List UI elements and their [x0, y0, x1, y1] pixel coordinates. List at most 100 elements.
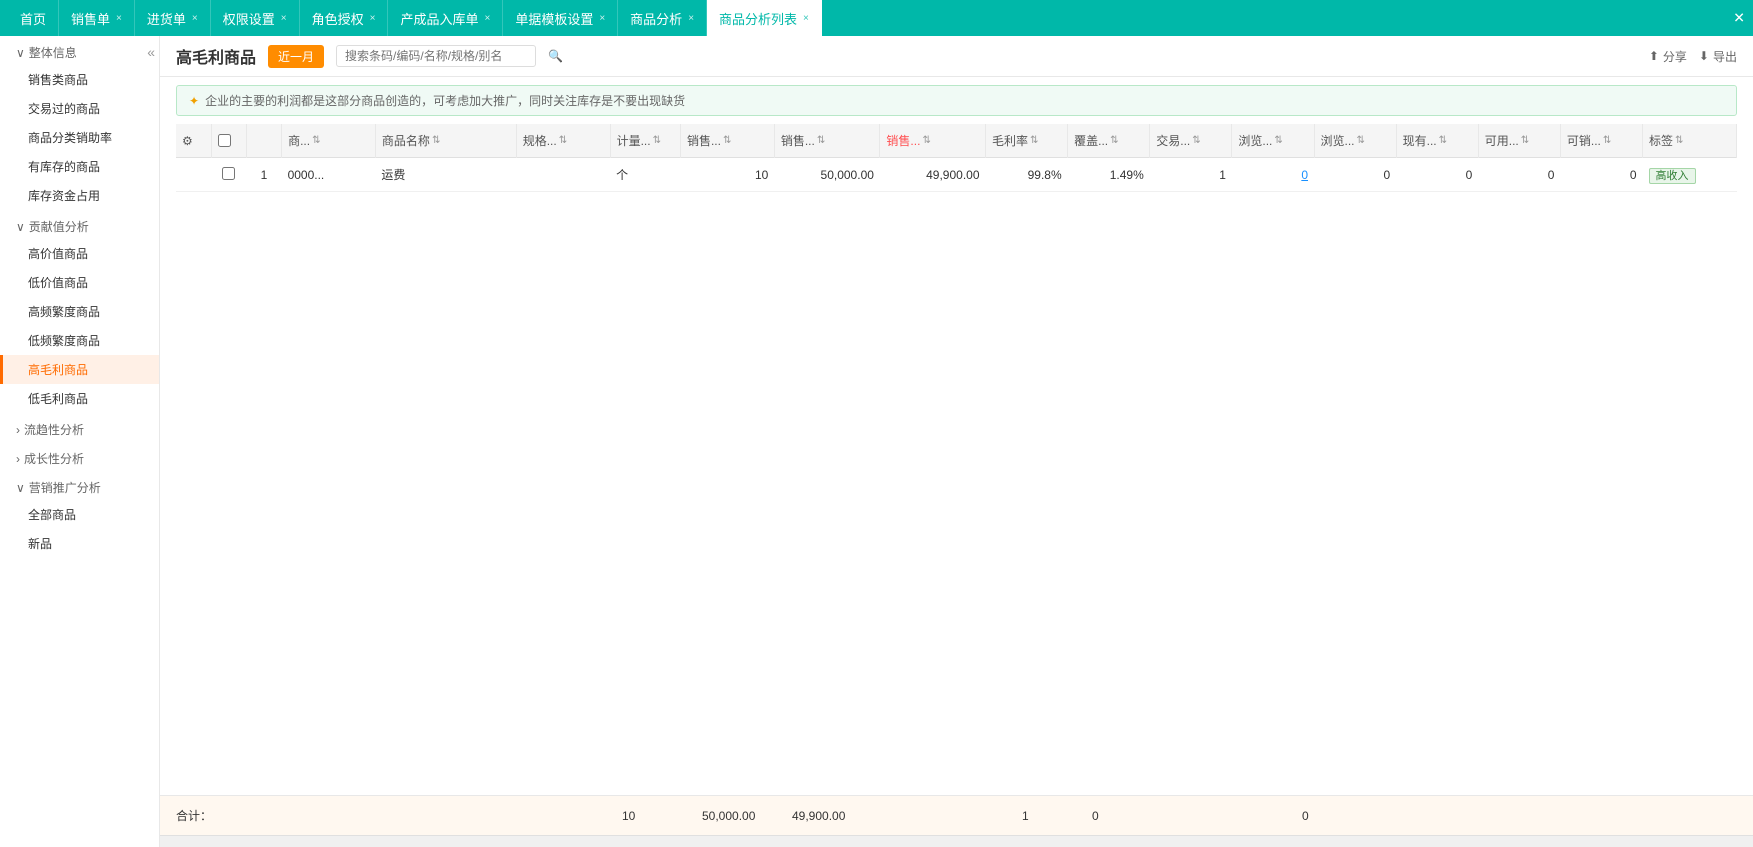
select-all-checkbox[interactable]: [218, 134, 231, 147]
sort-icon-margin: ⇅: [1030, 135, 1038, 146]
col-browse1[interactable]: 浏览...⇅: [1232, 124, 1314, 158]
sidebar-group-trend[interactable]: › 流趋性分析: [0, 413, 159, 442]
tab-close-templates[interactable]: ×: [599, 13, 605, 24]
col-saleable[interactable]: 可销...⇅: [1560, 124, 1642, 158]
col-available[interactable]: 可用...⇅: [1478, 124, 1560, 158]
sidebar-item-stock-capital[interactable]: 库存资金占用: [0, 181, 159, 210]
row-code: 0000...: [282, 158, 376, 192]
sidebar-item-new-goods[interactable]: 新品: [0, 529, 159, 558]
row-tag: 高收入: [1643, 158, 1737, 192]
sidebar-item-high-freq[interactable]: 高频繁度商品: [0, 297, 159, 326]
horizontal-scrollbar[interactable]: [160, 835, 1753, 847]
share-button[interactable]: ⬆ 分享: [1649, 48, 1687, 65]
col-margin-rate[interactable]: 毛利率⇅: [986, 124, 1068, 158]
header-actions: ⬆ 分享 ⬇ 导出: [1649, 48, 1737, 65]
content-area: 高毛利商品 近一月 🔍 ⬆ 分享 ⬇ 导出 ✦ 企业的主要的利润都是这部分商品创…: [160, 36, 1753, 847]
col-sales-amt[interactable]: 销售...⇅: [774, 124, 880, 158]
info-icon: ✦: [189, 94, 199, 108]
main-layout: « ∨ 整体信息 销售类商品 交易过的商品 商品分类销助率 有库存的商品 库存资…: [0, 36, 1753, 847]
sidebar-item-low-value[interactable]: 低价值商品: [0, 268, 159, 297]
chevron-down-icon-2: ∨: [16, 220, 25, 234]
row-sales-amt: 50,000.00: [774, 158, 880, 192]
row-select-checkbox[interactable]: [222, 167, 235, 180]
tab-sales[interactable]: 销售单 ×: [59, 0, 135, 36]
page-title: 高毛利商品: [176, 44, 256, 68]
tab-roles[interactable]: 角色授权 ×: [300, 0, 389, 36]
sort-icon-saleable: ⇅: [1603, 135, 1611, 146]
row-current-stock: 0: [1396, 158, 1478, 192]
search-icon[interactable]: 🔍: [548, 49, 563, 63]
tab-close-analysis[interactable]: ×: [688, 13, 694, 24]
sidebar-group-marketing[interactable]: ∨ 营销推广分析: [0, 471, 159, 500]
tab-close-permissions[interactable]: ×: [281, 13, 287, 24]
col-checkbox: [211, 124, 246, 158]
sidebar-group-financial[interactable]: ∨ 贡献值分析: [0, 210, 159, 239]
sidebar-group-growth[interactable]: › 成长性分析: [0, 442, 159, 471]
sidebar-item-stocked-goods[interactable]: 有库存的商品: [0, 152, 159, 181]
goods-table: ⚙ 商...⇅ 商品名称⇅ 规格...⇅: [176, 124, 1737, 192]
window-close-button[interactable]: ✕: [1733, 10, 1745, 27]
tab-close-analysis-list[interactable]: ×: [803, 13, 809, 24]
sort-icon-code: ⇅: [312, 135, 320, 146]
export-icon: ⬇: [1699, 49, 1709, 63]
sort-icon-sales-amt: ⇅: [817, 135, 825, 146]
footer-sales-qty: 10: [616, 809, 696, 823]
sidebar-item-high-value[interactable]: 高价值商品: [0, 239, 159, 268]
sidebar-item-low-freq[interactable]: 低频繁度商品: [0, 326, 159, 355]
row-browse1[interactable]: 0: [1232, 158, 1314, 192]
tab-close-purchase[interactable]: ×: [192, 13, 198, 24]
sort-icon-unit: ⇅: [653, 135, 661, 146]
tab-close-products[interactable]: ×: [484, 13, 490, 24]
export-button[interactable]: ⬇ 导出: [1699, 48, 1737, 65]
col-transactions[interactable]: 交易...⇅: [1150, 124, 1232, 158]
footer-total-label: 合计：: [176, 807, 296, 824]
sort-icon-available: ⇅: [1521, 135, 1529, 146]
tab-close-sales[interactable]: ×: [116, 13, 122, 24]
col-sales-qty[interactable]: 销售...⇅: [680, 124, 774, 158]
sidebar-item-traded-goods[interactable]: 交易过的商品: [0, 94, 159, 123]
sort-icon-browse2: ⇅: [1357, 135, 1365, 146]
search-input[interactable]: [336, 45, 536, 67]
col-sales-cost[interactable]: 销售...⇅: [880, 124, 986, 158]
row-available: 0: [1478, 158, 1560, 192]
info-bar: ✦ 企业的主要的利润都是这部分商品创造的，可考虑加大推广，同时关注库存是不要出现…: [176, 85, 1737, 116]
tab-permissions[interactable]: 权限设置 ×: [211, 0, 300, 36]
chevron-down-icon-3: ∨: [16, 481, 25, 495]
footer-sales-amt: 50,000.00: [696, 809, 786, 823]
col-name[interactable]: 商品名称⇅: [375, 124, 516, 158]
sidebar-item-analysis-rate[interactable]: 商品分类销助率: [0, 123, 159, 152]
tab-purchase[interactable]: 进货单 ×: [135, 0, 211, 36]
sidebar-item-low-margin[interactable]: 低毛利商品: [0, 384, 159, 413]
footer-spacer-2: [376, 809, 456, 823]
col-spec[interactable]: 规格...⇅: [516, 124, 610, 158]
col-settings[interactable]: ⚙: [176, 124, 211, 158]
filter-recent-month-button[interactable]: 近一月: [268, 45, 324, 68]
sidebar-item-high-margin[interactable]: 高毛利商品: [0, 355, 159, 384]
col-coverage[interactable]: 覆盖...⇅: [1068, 124, 1150, 158]
col-tag[interactable]: 标签⇅: [1643, 124, 1737, 158]
tab-close-roles[interactable]: ×: [370, 13, 376, 24]
col-unit[interactable]: 计量...⇅: [610, 124, 680, 158]
tab-templates[interactable]: 单据模板设置 ×: [503, 0, 618, 36]
col-browse2[interactable]: 浏览...⇅: [1314, 124, 1396, 158]
row-name: 运费: [375, 158, 516, 192]
tab-analysis[interactable]: 商品分析 ×: [618, 0, 707, 36]
tab-products[interactable]: 产成品入库单 ×: [388, 0, 503, 36]
footer-browse1: 0: [1086, 809, 1156, 823]
tab-analysis-list[interactable]: 商品分析列表 ×: [707, 0, 822, 36]
col-code[interactable]: 商...⇅: [282, 124, 376, 158]
row-checkbox[interactable]: [211, 158, 246, 192]
row-seq: 1: [246, 158, 281, 192]
sort-icon-transactions: ⇅: [1192, 135, 1200, 146]
tab-home[interactable]: 首页: [8, 0, 59, 36]
footer-cells: 10 50,000.00 49,900.00 1 0 0: [296, 809, 1737, 823]
sidebar-collapse-button[interactable]: «: [147, 44, 155, 60]
sort-icon-sales-qty: ⇅: [723, 135, 731, 146]
sidebar-group-overall[interactable]: ∨ 整体信息: [0, 36, 159, 65]
footer-spacer-3: [456, 809, 536, 823]
row-sales-cost: 49,900.00: [880, 158, 986, 192]
sidebar-item-sales-goods[interactable]: 销售类商品: [0, 65, 159, 94]
col-current-stock[interactable]: 现有...⇅: [1396, 124, 1478, 158]
sidebar-item-all-goods[interactable]: 全部商品: [0, 500, 159, 529]
sort-icon-sales-cost: ⇅: [922, 135, 930, 146]
